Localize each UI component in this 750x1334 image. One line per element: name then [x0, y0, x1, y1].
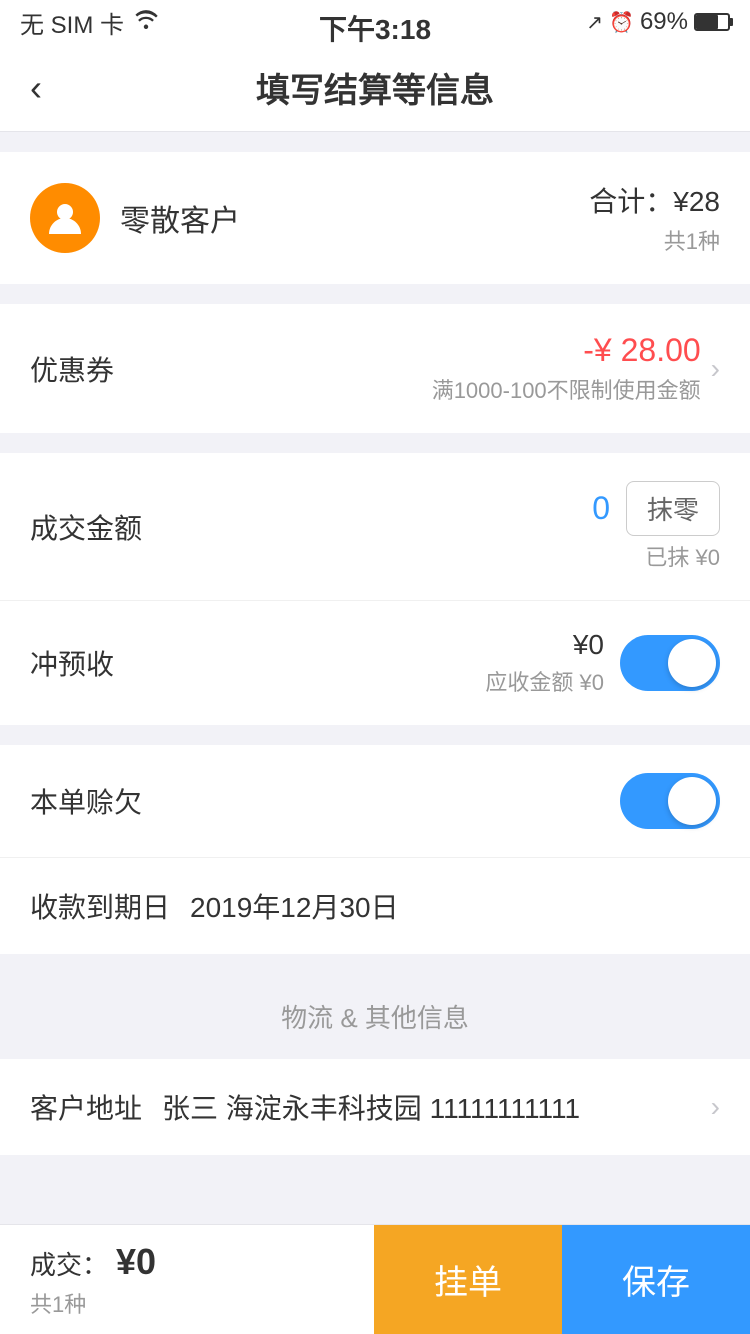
- already-rounded-text: 已抹 ¥0: [645, 540, 720, 572]
- address-value: 张三 海淀永丰科技园 11111111111: [162, 1087, 701, 1127]
- address-row[interactable]: 客户地址 张三 海淀永丰科技园 11111111111 ›: [0, 1059, 750, 1155]
- prepay-sub-amount: 应收金额 ¥0: [485, 665, 604, 697]
- customer-row: 零散客户 合计：¥28 共1种: [0, 152, 750, 284]
- toggle-knob: [668, 639, 716, 687]
- logistics-label: 物流 & 其他信息: [281, 1003, 469, 1033]
- customer-avatar: [30, 183, 100, 253]
- nav-title: 填写结算等信息: [256, 63, 494, 112]
- battery-text: 69%: [640, 8, 688, 36]
- bottom-summary-amount: ¥0: [116, 1241, 156, 1283]
- battery-icon: [694, 13, 730, 31]
- bottom-bar: 成交： ¥0 共1种 挂单 保存: [0, 1224, 750, 1334]
- coupon-amount: -¥ 28.00: [583, 332, 700, 369]
- alarm-icon: ⏰: [609, 10, 634, 35]
- bottom-summary-title: 成交：: [30, 1245, 108, 1282]
- address-label: 客户地址: [30, 1087, 142, 1127]
- bottom-summary: 成交： ¥0 共1种: [0, 1241, 374, 1319]
- status-right: ↗ ⏰ 69%: [586, 8, 730, 36]
- wifi-icon: [132, 8, 160, 36]
- transaction-amount: 0: [592, 490, 610, 527]
- status-bar: 无 SIM 卡 下午3:18 ↗ ⏰ 69%: [0, 0, 750, 44]
- save-button[interactable]: 保存: [562, 1225, 750, 1334]
- coupon-label: 优惠券: [30, 349, 432, 389]
- customer-name: 零散客户: [120, 196, 589, 240]
- due-date-label: 收款到期日: [30, 886, 170, 926]
- address-card: 客户地址 张三 海淀永丰科技园 11111111111 ›: [0, 1059, 750, 1155]
- back-button[interactable]: ‹: [30, 67, 42, 109]
- prepay-amounts: ¥0 应收金额 ¥0: [485, 629, 604, 697]
- status-time: 下午3:18: [319, 8, 431, 48]
- prepay-main-amount: ¥0: [485, 629, 604, 661]
- debt-card: 本单赊欠 收款到期日 2019年12月30日: [0, 745, 750, 954]
- customer-total-block: 合计：¥28 共1种: [589, 180, 720, 256]
- debt-toggle[interactable]: [620, 773, 720, 829]
- location-icon: ↗: [586, 10, 603, 35]
- debt-row: 本单赊欠: [0, 745, 750, 858]
- customer-count: 共1种: [589, 224, 720, 256]
- hold-button[interactable]: 挂单: [374, 1225, 562, 1334]
- coupon-description: 满1000-100不限制使用金额: [432, 373, 701, 405]
- carrier-text: 无 SIM 卡: [20, 5, 124, 40]
- transaction-row: 成交金额 0 抹零 已抹 ¥0: [0, 453, 750, 601]
- coupon-row[interactable]: 优惠券 -¥ 28.00 满1000-100不限制使用金额 ›: [0, 304, 750, 433]
- chevron-right-icon: ›: [711, 353, 720, 385]
- transaction-card: 成交金额 0 抹零 已抹 ¥0 冲预收 ¥0 应收金额 ¥0: [0, 453, 750, 725]
- coupon-card: 优惠券 -¥ 28.00 满1000-100不限制使用金额 ›: [0, 304, 750, 433]
- transaction-label: 成交金额: [30, 507, 592, 547]
- coupon-right: -¥ 28.00 满1000-100不限制使用金额: [432, 332, 701, 405]
- due-date-row: 收款到期日 2019年12月30日: [0, 858, 750, 954]
- prepay-row: 冲预收 ¥0 应收金额 ¥0: [0, 601, 750, 725]
- customer-card: 零散客户 合计：¥28 共1种: [0, 152, 750, 284]
- logistics-section-header: 物流 & 其他信息: [0, 974, 750, 1059]
- prepay-toggle[interactable]: [620, 635, 720, 691]
- due-date-value: 2019年12月30日: [190, 886, 399, 926]
- bottom-summary-count: 共1种: [30, 1287, 344, 1319]
- address-chevron-icon: ›: [711, 1091, 720, 1123]
- rounding-button[interactable]: 抹零: [626, 481, 720, 536]
- main-content: 零散客户 合计：¥28 共1种 优惠券 -¥ 28.00 满1000-100不限…: [0, 152, 750, 1285]
- prepay-label: 冲预收: [30, 643, 485, 683]
- debt-toggle-knob: [668, 777, 716, 825]
- customer-total: 合计：¥28: [589, 180, 720, 220]
- nav-bar: ‹ 填写结算等信息: [0, 44, 750, 132]
- status-left: 无 SIM 卡: [20, 5, 160, 40]
- debt-label: 本单赊欠: [30, 781, 620, 821]
